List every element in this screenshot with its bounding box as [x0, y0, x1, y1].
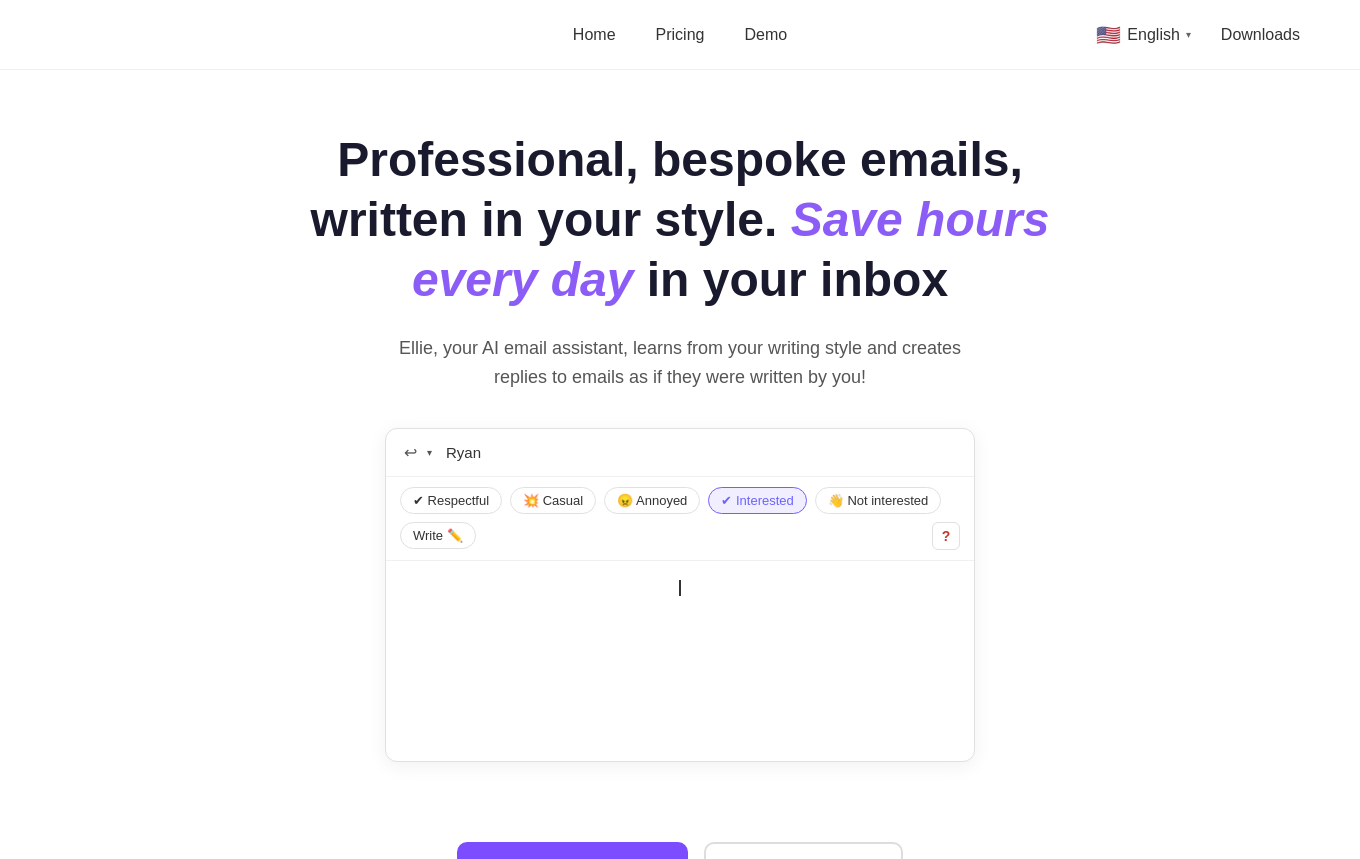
email-demo-box: ↩ ▾ Ryan ✔ Respectful 💥 Casual 😠 Annoyed…: [385, 428, 975, 762]
language-selector[interactable]: 🇺🇸 English ▾: [1096, 23, 1190, 47]
email-demo-header: ↩ ▾ Ryan: [386, 429, 974, 477]
nav-right: 🇺🇸 English ▾ Downloads: [1096, 23, 1300, 47]
email-body[interactable]: [386, 561, 974, 761]
tone-interested[interactable]: ✔ Interested: [708, 487, 806, 514]
flag-icon: 🇺🇸: [1096, 23, 1121, 47]
reply-icon[interactable]: ↩: [404, 443, 417, 462]
hero-title: Professional, bespoke emails, written in…: [300, 130, 1060, 310]
help-button[interactable]: ?: [932, 522, 960, 550]
install-button[interactable]: Install for free: [457, 842, 687, 859]
tone-casual[interactable]: 💥 Casual: [510, 487, 596, 514]
nav-pricing[interactable]: Pricing: [656, 26, 705, 44]
tone-annoyed[interactable]: 😠 Annoyed: [604, 487, 700, 514]
language-label: English: [1127, 26, 1179, 44]
hero-section: Professional, bespoke emails, written in…: [0, 70, 1360, 802]
text-cursor: [679, 580, 681, 596]
nav-home[interactable]: Home: [573, 26, 616, 44]
navigation: Home Pricing Demo 🇺🇸 English ▾ Downloads: [0, 0, 1360, 70]
nav-downloads[interactable]: Downloads: [1221, 26, 1300, 44]
cta-buttons: Install for free Purchase licence: [457, 842, 902, 859]
tone-bar: ✔ Respectful 💥 Casual 😠 Annoyed ✔ Intere…: [386, 477, 974, 561]
hero-subtitle: Ellie, your AI email assistant, learns f…: [390, 334, 970, 392]
email-sender-name: Ryan: [446, 444, 481, 461]
tone-respectful[interactable]: ✔ Respectful: [400, 487, 502, 514]
purchase-button[interactable]: Purchase licence: [704, 842, 903, 859]
dropdown-arrow-icon[interactable]: ▾: [427, 447, 432, 458]
cta-section: Install for free Purchase licence: [0, 802, 1360, 859]
tone-not-interested[interactable]: 👋 Not interested: [815, 487, 942, 514]
hero-title-after-text: in your inbox: [647, 253, 948, 306]
tone-write[interactable]: Write ✏️: [400, 522, 476, 549]
nav-demo[interactable]: Demo: [744, 26, 787, 44]
nav-left: Home Pricing Demo: [573, 26, 787, 44]
chevron-down-icon: ▾: [1186, 29, 1191, 40]
